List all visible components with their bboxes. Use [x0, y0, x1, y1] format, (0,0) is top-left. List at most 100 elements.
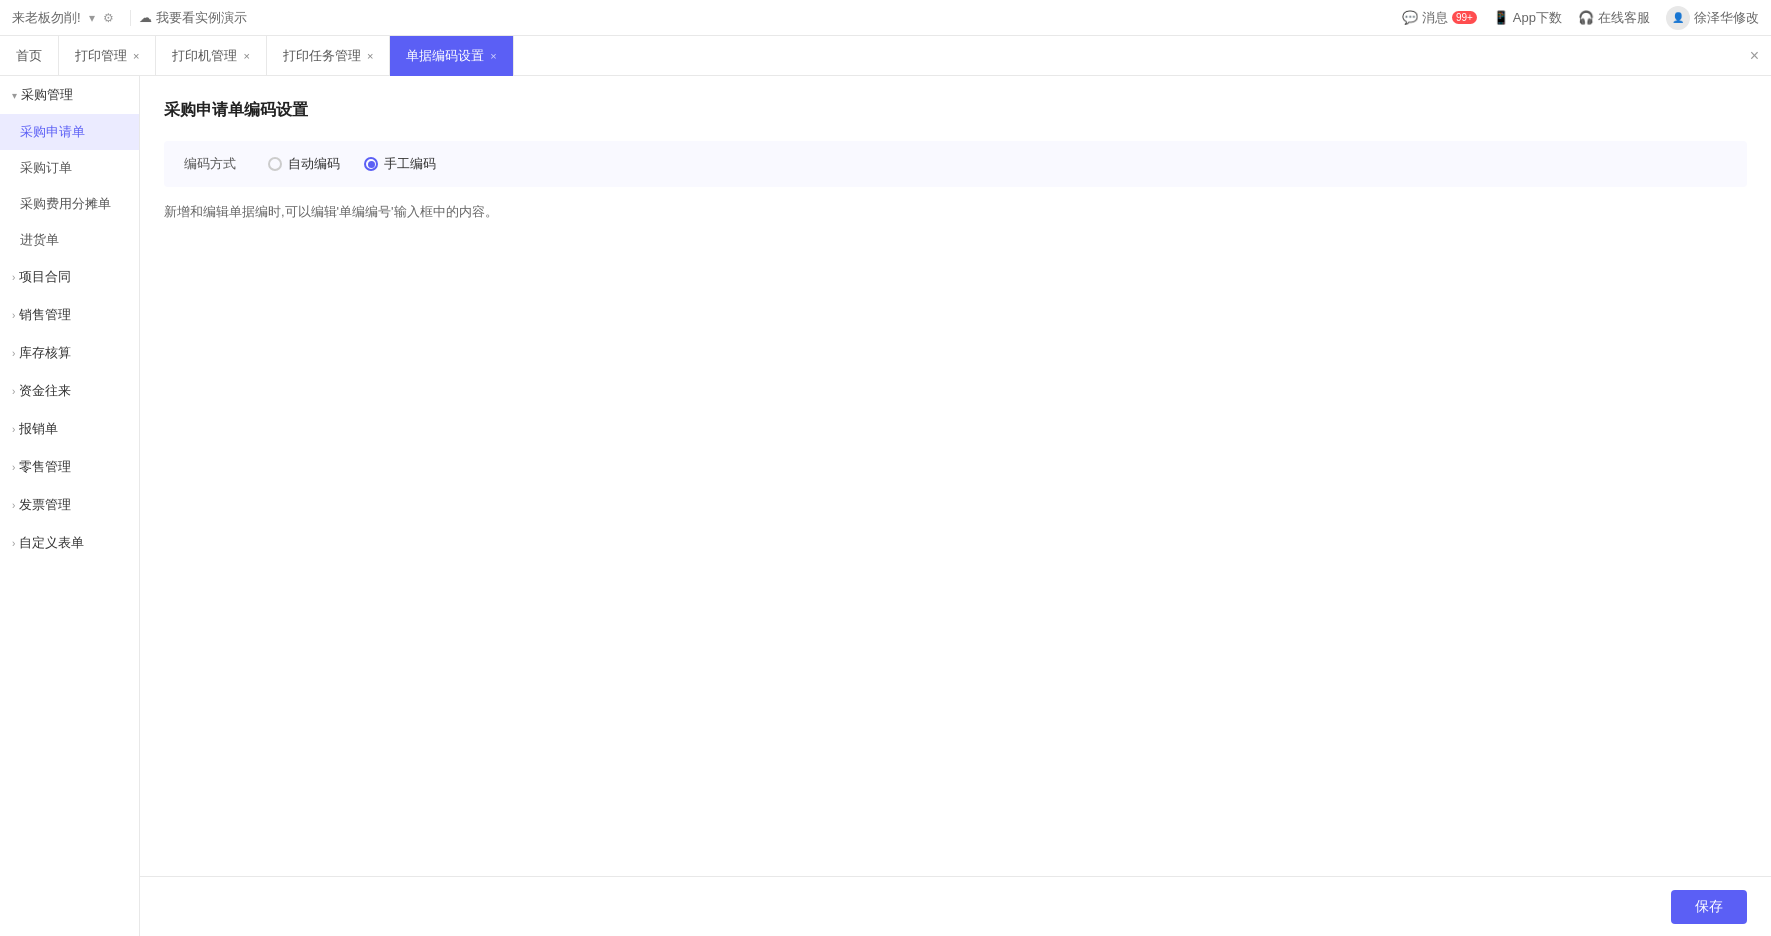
sidebar-item-purchase-order[interactable]: 采购订单 — [0, 150, 139, 186]
user-name: 徐泽华修改 — [1694, 9, 1759, 27]
tab-printer-mgmt-close[interactable]: × — [243, 50, 249, 62]
app-download-action[interactable]: 📱 App下数 — [1493, 9, 1562, 27]
dropdown-icon[interactable]: ▾ — [89, 11, 95, 25]
sidebar-group-invoice: › 发票管理 — [0, 486, 139, 524]
sidebar-group-capital: › 资金往来 — [0, 372, 139, 410]
sidebar-group-retail: › 零售管理 — [0, 448, 139, 486]
sidebar-item-purchase-request[interactable]: 采购申请单 — [0, 114, 139, 150]
message-icon: 💬 — [1402, 10, 1418, 25]
sidebar-group-purchase: ▾ 采购管理 采购申请单 采购订单 采购费用分摊单 进货单 — [0, 76, 139, 258]
top-bar: 来老板勿削! ▾ ⚙ ☁ 我要看实例演示 💬 消息 99+ 📱 App下数 🎧 … — [0, 0, 1771, 36]
radio-group: 自动编码 手工编码 — [268, 155, 436, 173]
sidebar-group-project-label: 项目合同 — [19, 268, 71, 286]
radio-manual[interactable]: 手工编码 — [364, 155, 436, 173]
headset-icon: 🎧 — [1578, 10, 1594, 25]
tab-barcode-setting[interactable]: 单据编码设置 × — [390, 36, 513, 76]
radio-auto[interactable]: 自动编码 — [268, 155, 340, 173]
tab-print-mgmt-label: 打印管理 — [75, 47, 127, 65]
sidebar-group-returns: › 报销单 — [0, 410, 139, 448]
cloud-icon: ☁ — [139, 10, 152, 25]
sidebar-item-inbound[interactable]: 进货单 — [0, 222, 139, 258]
sidebar-item-inbound-label: 进货单 — [20, 232, 59, 247]
arrow-right-icon-capital: › — [12, 386, 15, 397]
sidebar-group-returns-label: 报销单 — [19, 420, 58, 438]
tab-printer-mgmt-label: 打印机管理 — [172, 47, 237, 65]
top-bar-right: 💬 消息 99+ 📱 App下数 🎧 在线客服 👤 徐泽华修改 — [1402, 6, 1759, 30]
sidebar-group-sales-label: 销售管理 — [19, 306, 71, 324]
message-action[interactable]: 💬 消息 99+ — [1402, 9, 1477, 27]
sidebar-group-sales-title[interactable]: › 销售管理 — [0, 296, 139, 334]
sidebar-group-capital-label: 资金往来 — [19, 382, 71, 400]
sidebar-group-inventory: › 库存核算 — [0, 334, 139, 372]
sidebar-item-purchase-expense-label: 采购费用分摊单 — [20, 196, 111, 211]
radio-auto-circle — [268, 157, 282, 171]
top-bar-left: 来老板勿削! ▾ ⚙ ☁ 我要看实例演示 — [12, 9, 247, 27]
tab-home-label: 首页 — [16, 47, 42, 65]
sidebar-group-invoice-label: 发票管理 — [19, 496, 71, 514]
demo-link[interactable]: ☁ 我要看实例演示 — [139, 9, 247, 27]
radio-manual-circle — [364, 157, 378, 171]
sidebar-item-purchase-order-label: 采购订单 — [20, 160, 72, 175]
arrow-right-icon-sales: › — [12, 310, 15, 321]
tab-print-mgmt-close[interactable]: × — [133, 50, 139, 62]
radio-auto-label: 自动编码 — [288, 155, 340, 173]
sidebar-group-purchase-title[interactable]: ▾ 采购管理 — [0, 76, 139, 114]
sidebar-group-inventory-label: 库存核算 — [19, 344, 71, 362]
sidebar-group-returns-title[interactable]: › 报销单 — [0, 410, 139, 448]
sidebar-group-project-title[interactable]: › 项目合同 — [0, 258, 139, 296]
avatar: 👤 — [1666, 6, 1690, 30]
phone-icon: 📱 — [1493, 10, 1509, 25]
sidebar-group-capital-title[interactable]: › 资金往来 — [0, 372, 139, 410]
content-inner: 采购申请单编码设置 编码方式 自动编码 手工编码 新增和编辑单据编时,可以编辑'… — [140, 76, 1771, 936]
sidebar-group-project: › 项目合同 — [0, 258, 139, 296]
message-badge: 99+ — [1452, 11, 1477, 24]
app-download-label: App下数 — [1513, 9, 1562, 27]
arrow-down-icon: ▾ — [12, 90, 17, 101]
arrow-right-icon-project: › — [12, 272, 15, 283]
encoding-section: 编码方式 自动编码 手工编码 — [164, 141, 1747, 187]
divider — [130, 10, 131, 26]
sidebar-group-retail-title[interactable]: › 零售管理 — [0, 448, 139, 486]
tab-home[interactable]: 首页 — [0, 36, 59, 76]
online-service-label: 在线客服 — [1598, 9, 1650, 27]
arrow-right-icon-inventory: › — [12, 348, 15, 359]
tab-print-mgmt[interactable]: 打印管理 × — [59, 36, 156, 76]
hint-text: 新增和编辑单据编时,可以编辑'单编编号'输入框中的内容。 — [164, 203, 1747, 221]
tab-print-task-close[interactable]: × — [367, 50, 373, 62]
sidebar-group-retail-label: 零售管理 — [19, 458, 71, 476]
sidebar-group-purchase-label: 采购管理 — [21, 86, 73, 104]
radio-manual-label: 手工编码 — [384, 155, 436, 173]
user-info[interactable]: 👤 徐泽华修改 — [1666, 6, 1759, 30]
page-title: 采购申请单编码设置 — [164, 100, 1747, 121]
main-layout: ▾ 采购管理 采购申请单 采购订单 采购费用分摊单 进货单 › 项目合同 — [0, 76, 1771, 936]
sidebar-group-custom: › 自定义表单 — [0, 524, 139, 562]
message-label: 消息 — [1422, 9, 1448, 27]
arrow-right-icon-returns: › — [12, 424, 15, 435]
tab-print-task[interactable]: 打印任务管理 × — [267, 36, 390, 76]
tab-barcode-setting-label: 单据编码设置 — [406, 47, 484, 65]
sidebar-item-purchase-request-label: 采购申请单 — [20, 124, 85, 139]
sidebar: ▾ 采购管理 采购申请单 采购订单 采购费用分摊单 进货单 › 项目合同 — [0, 76, 140, 936]
encoding-label: 编码方式 — [184, 155, 244, 173]
tab-print-task-label: 打印任务管理 — [283, 47, 361, 65]
tab-close-all[interactable]: × — [1750, 47, 1771, 65]
tab-bar: 首页 打印管理 × 打印机管理 × 打印任务管理 × 单据编码设置 × × — [0, 36, 1771, 76]
sidebar-group-inventory-title[interactable]: › 库存核算 — [0, 334, 139, 372]
sidebar-item-purchase-expense[interactable]: 采购费用分摊单 — [0, 186, 139, 222]
tab-barcode-setting-close[interactable]: × — [490, 50, 496, 62]
arrow-right-icon-retail: › — [12, 462, 15, 473]
save-button[interactable]: 保存 — [1671, 890, 1747, 924]
sidebar-group-custom-title[interactable]: › 自定义表单 — [0, 524, 139, 562]
content-area: 采购申请单编码设置 编码方式 自动编码 手工编码 新增和编辑单据编时,可以编辑'… — [140, 76, 1771, 936]
sidebar-group-custom-label: 自定义表单 — [19, 534, 84, 552]
footer-bar: 保存 — [140, 876, 1771, 936]
gear-icon[interactable]: ⚙ — [103, 11, 114, 25]
tab-printer-mgmt[interactable]: 打印机管理 × — [156, 36, 266, 76]
arrow-right-icon-invoice: › — [12, 500, 15, 511]
sidebar-group-invoice-title[interactable]: › 发票管理 — [0, 486, 139, 524]
top-bar-title: 来老板勿削! — [12, 9, 81, 27]
sidebar-group-sales: › 销售管理 — [0, 296, 139, 334]
arrow-right-icon-custom: › — [12, 538, 15, 549]
demo-text: 我要看实例演示 — [156, 9, 247, 27]
online-service-action[interactable]: 🎧 在线客服 — [1578, 9, 1650, 27]
